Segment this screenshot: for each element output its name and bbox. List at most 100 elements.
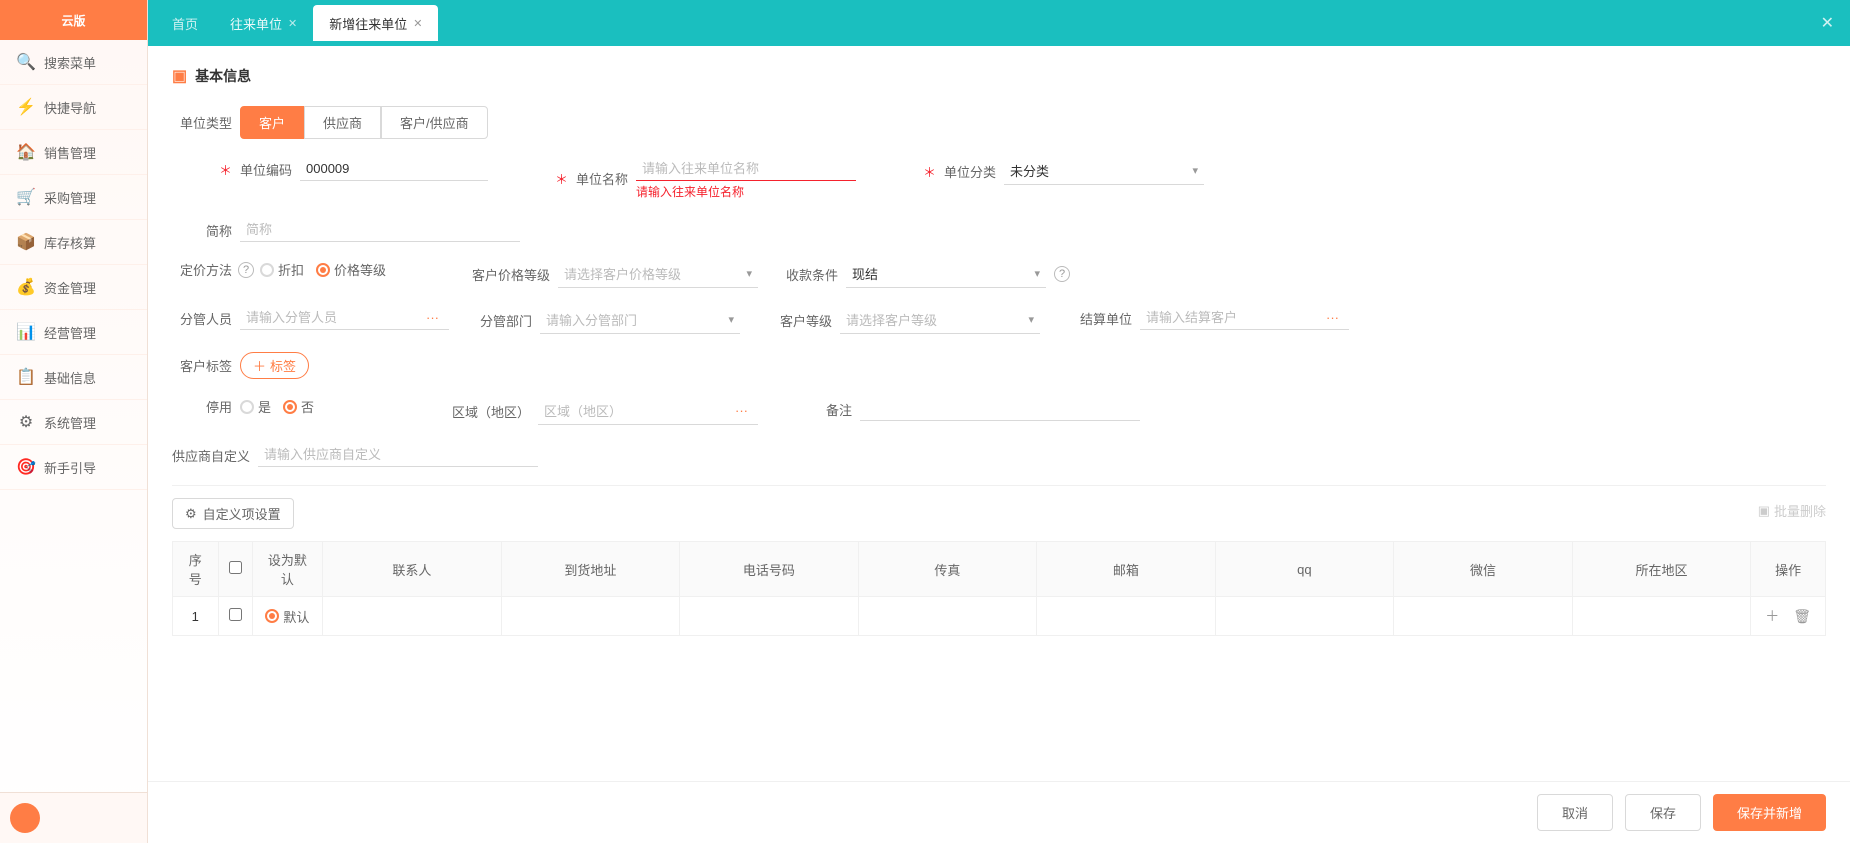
pricing-help-icon[interactable]: ? xyxy=(238,262,254,278)
stop-no-radio[interactable] xyxy=(283,400,297,414)
add-row-button[interactable]: ＋ xyxy=(1761,604,1783,628)
sidebar-item-basic-info[interactable]: 📋 基础信息 xyxy=(0,355,147,400)
sidebar-item-finance[interactable]: 💰 资金管理 xyxy=(0,265,147,310)
td-check[interactable] xyxy=(218,597,252,636)
manager-label: 分管人员 xyxy=(172,309,232,328)
required-star2: ＊ xyxy=(508,169,568,188)
payment-help-icon[interactable]: ? xyxy=(1054,266,1070,282)
sidebar-item-search[interactable]: 🔍 搜索菜单 xyxy=(0,40,147,85)
add-tag-button[interactable]: ＋ 标签 xyxy=(240,352,309,379)
default-radio-item[interactable]: 默认 xyxy=(263,607,313,626)
default-radio-circle[interactable] xyxy=(265,609,279,623)
save-and-add-button[interactable]: 保存并新增 xyxy=(1713,794,1826,831)
stop-no-option[interactable]: 否 xyxy=(283,397,314,416)
sidebar-item-inventory[interactable]: 📦 库存核算 xyxy=(0,220,147,265)
price-level-group: 客户价格等级 请选择客户价格等级 ▾ xyxy=(472,260,758,288)
payment-value: 现结 xyxy=(852,264,1034,283)
td-address[interactable] xyxy=(501,597,679,636)
settlement-input[interactable] xyxy=(1146,310,1322,325)
basic-info-icon: 📋 xyxy=(16,367,36,387)
pricing-level-option[interactable]: 价格等级 xyxy=(316,260,386,279)
unit-btn-customer[interactable]: 客户 xyxy=(240,106,304,139)
region-more-btn[interactable]: ··· xyxy=(731,403,752,418)
tag-group: 客户标签 ＋ 标签 xyxy=(172,352,1826,379)
contact-input[interactable] xyxy=(333,609,490,624)
unit-btn-both[interactable]: 客户/供应商 xyxy=(381,106,488,139)
save-button[interactable]: 保存 xyxy=(1625,794,1701,831)
sidebar-item-purchase[interactable]: 🛒 采购管理 xyxy=(0,175,147,220)
region-input[interactable] xyxy=(1583,609,1740,624)
th-region: 所在地区 xyxy=(1572,542,1750,597)
category-select[interactable]: 未分类 ▾ xyxy=(1004,157,1204,185)
select-all-checkbox[interactable] xyxy=(229,561,242,574)
row-actions: ＋ 🗑 xyxy=(1761,604,1815,628)
dept-placeholder: 请输入分管部门 xyxy=(546,310,728,329)
tab-home[interactable]: 首页 xyxy=(156,5,214,41)
remark-label: 备注 xyxy=(792,400,852,419)
custom-settings-button[interactable]: ⚙ 自定义项设置 xyxy=(172,498,294,529)
remark-input[interactable] xyxy=(860,397,1140,421)
phone-input[interactable] xyxy=(690,609,847,624)
td-wechat[interactable] xyxy=(1394,597,1572,636)
qq-input[interactable] xyxy=(1226,609,1384,624)
region-group: 区域（地区） 区域（地区） ··· xyxy=(452,397,772,425)
default-label: 默认 xyxy=(283,607,309,626)
close-all-tabs[interactable]: ✕ xyxy=(1813,9,1842,37)
supplier-custom-group: 供应商自定义 xyxy=(172,443,1826,467)
required-star: ＊ xyxy=(172,160,232,179)
stop-label: 停用 xyxy=(172,397,232,416)
name-label: 单位名称 xyxy=(576,169,628,188)
td-email[interactable] xyxy=(1037,597,1215,636)
td-fax[interactable] xyxy=(858,597,1036,636)
remark-group: 备注 xyxy=(792,397,1826,421)
email-input[interactable] xyxy=(1047,609,1204,624)
settlement-label: 结算单位 xyxy=(1072,309,1132,328)
unit-type-group: 单位类型 客户 供应商 客户/供应商 xyxy=(172,106,1826,139)
td-qq[interactable] xyxy=(1215,597,1394,636)
sidebar-item-sales[interactable]: 🏠 销售管理 xyxy=(0,130,147,175)
td-phone[interactable] xyxy=(680,597,858,636)
chevron-down-icon3: ▾ xyxy=(1034,267,1040,280)
price-level-radio-label: 价格等级 xyxy=(334,260,386,279)
fax-input[interactable] xyxy=(869,609,1026,624)
pricing-discount-option[interactable]: 折扣 xyxy=(260,260,304,279)
discount-label: 折扣 xyxy=(278,260,304,279)
payment-select[interactable]: 现结 ▾ xyxy=(846,260,1046,288)
td-contact[interactable] xyxy=(323,597,501,636)
tab-partner-close[interactable]: ✕ xyxy=(288,17,297,30)
sidebar-item-quick-nav[interactable]: ⚡ 快捷导航 xyxy=(0,85,147,130)
batch-delete-area: ▣ 批量删除 xyxy=(1758,501,1826,520)
abbr-input[interactable] xyxy=(240,218,520,242)
manager-input[interactable] xyxy=(246,310,422,325)
delete-row-button[interactable]: 🗑 xyxy=(1789,606,1815,627)
manager-more-btn[interactable]: ··· xyxy=(422,310,443,325)
discount-radio[interactable] xyxy=(260,263,274,277)
price-level-select[interactable]: 请选择客户价格等级 ▾ xyxy=(558,260,758,288)
customer-level-select[interactable]: 请选择客户等级 ▾ xyxy=(840,306,1040,334)
radio-dot xyxy=(320,267,326,273)
name-input-wrap: 请输入往来单位名称 xyxy=(636,157,856,200)
supplier-custom-input[interactable] xyxy=(258,443,538,467)
name-input[interactable] xyxy=(636,157,856,181)
settlement-more-btn[interactable]: ··· xyxy=(1322,310,1343,325)
tab-new-partner-close[interactable]: ✕ xyxy=(413,17,422,30)
sidebar-item-system[interactable]: ⚙ 系统管理 xyxy=(0,400,147,445)
price-level-label: 客户价格等级 xyxy=(472,265,550,284)
address-input[interactable] xyxy=(512,609,669,624)
price-level-radio[interactable] xyxy=(316,263,330,277)
stop-region-row: 停用 是 否 区域（地区） 区域（地区 xyxy=(172,397,1826,425)
sidebar-item-label: 快捷导航 xyxy=(44,98,96,117)
wechat-input[interactable] xyxy=(1404,609,1561,624)
cancel-button[interactable]: 取消 xyxy=(1537,794,1613,831)
dept-select[interactable]: 请输入分管部门 ▾ xyxy=(540,306,740,334)
sidebar-item-guide[interactable]: 🎯 新手引导 xyxy=(0,445,147,490)
stop-yes-radio[interactable] xyxy=(240,400,254,414)
td-region[interactable] xyxy=(1572,597,1750,636)
tab-partner[interactable]: 往来单位 ✕ xyxy=(214,5,313,41)
code-input[interactable] xyxy=(300,157,488,181)
stop-yes-option[interactable]: 是 xyxy=(240,397,271,416)
unit-btn-supplier[interactable]: 供应商 xyxy=(304,106,381,139)
sidebar-item-operations[interactable]: 📊 经营管理 xyxy=(0,310,147,355)
tab-new-partner[interactable]: 新增往来单位 ✕ xyxy=(313,5,438,41)
row-checkbox[interactable] xyxy=(229,608,242,621)
